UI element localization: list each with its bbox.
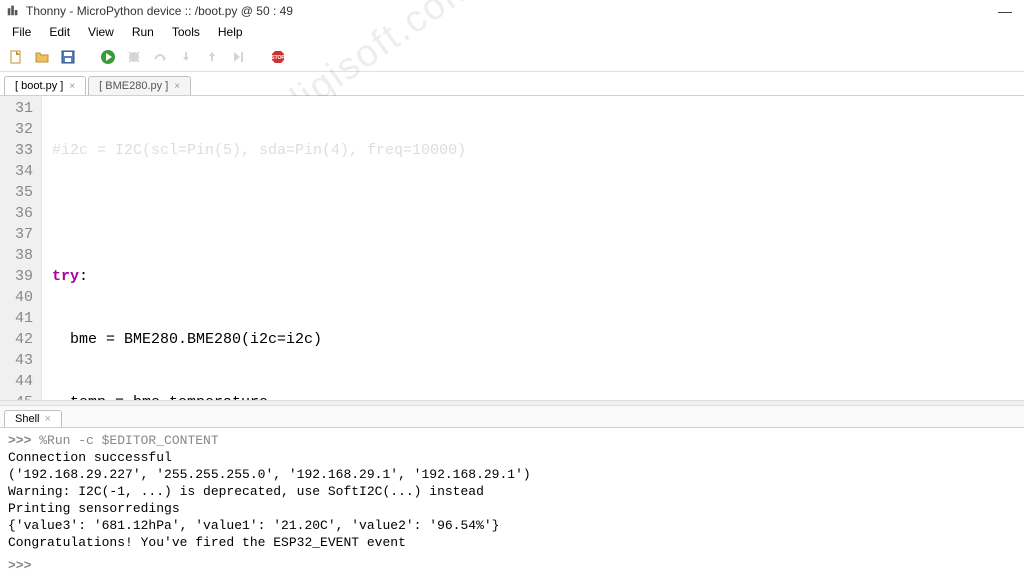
shell-output: Congratulations! You've fired the ESP32_… — [8, 534, 1016, 551]
close-icon[interactable]: × — [44, 413, 50, 425]
stop-button[interactable]: STOP — [268, 47, 288, 67]
menu-file[interactable]: File — [4, 23, 39, 41]
code-line: bme = BME280.BME280(i2c=i2c) — [52, 329, 628, 350]
shell-output: ('192.168.29.227', '255.255.255.0', '192… — [8, 466, 1016, 483]
resume-button[interactable] — [228, 47, 248, 67]
menu-run[interactable]: Run — [124, 23, 162, 41]
menu-tools[interactable]: Tools — [164, 23, 208, 41]
toolbar: STOP — [0, 42, 1024, 72]
save-button[interactable] — [58, 47, 78, 67]
run-button[interactable] — [98, 47, 118, 67]
tab-label: [ boot.py ] — [15, 80, 63, 92]
menu-help[interactable]: Help — [210, 23, 251, 41]
tab-bme280-py[interactable]: [ BME280.py ] × — [88, 76, 191, 95]
shell-panel[interactable]: >>> %Run -c $EDITOR_CONTENT Connection s… — [0, 428, 1024, 578]
menu-edit[interactable]: Edit — [41, 23, 78, 41]
close-icon[interactable]: × — [69, 81, 75, 92]
shell-output: {'value3': '681.12hPa', 'value1': '21.20… — [8, 517, 1016, 534]
editor-tabs: [ boot.py ] × [ BME280.py ] × — [0, 72, 1024, 96]
keyword: try — [52, 268, 79, 285]
shell-tabs: Shell × — [0, 406, 1024, 428]
window-title: Thonny - MicroPython device :: /boot.py … — [26, 4, 293, 18]
app-icon — [6, 3, 20, 20]
minimize-button[interactable]: — — [998, 3, 1012, 19]
prompt: >>> — [8, 433, 39, 448]
titlebar: Thonny - MicroPython device :: /boot.py … — [0, 0, 1024, 22]
step-out-button[interactable] — [202, 47, 222, 67]
prompt: >>> — [8, 558, 31, 573]
tab-shell[interactable]: Shell × — [4, 410, 62, 427]
line-gutter: 31323334 35363738 39404142 43444546 — [0, 96, 42, 400]
shell-output: Printing sensorredings — [8, 500, 1016, 517]
step-into-button[interactable] — [176, 47, 196, 67]
shell-command: %Run -c $EDITOR_CONTENT — [39, 433, 218, 448]
close-icon[interactable]: × — [174, 81, 180, 92]
menubar: File Edit View Run Tools Help — [0, 22, 1024, 42]
new-file-button[interactable] — [6, 47, 26, 67]
code-area[interactable]: #i2c = I2C(scl=Pin(5), sda=Pin(4), freq=… — [42, 96, 628, 400]
code-line: temp = bme.temperature — [52, 392, 628, 400]
menu-view[interactable]: View — [80, 23, 122, 41]
debug-button[interactable] — [124, 47, 144, 67]
tab-boot-py[interactable]: [ boot.py ] × — [4, 76, 86, 95]
code-editor[interactable]: 31323334 35363738 39404142 43444546 #i2c… — [0, 96, 1024, 400]
code-line: #i2c = I2C(scl=Pin(5), sda=Pin(4), freq=… — [52, 142, 466, 159]
svg-text:STOP: STOP — [271, 55, 285, 61]
shell-output: Connection successful — [8, 449, 1016, 466]
step-over-button[interactable] — [150, 47, 170, 67]
tab-label: Shell — [15, 413, 39, 425]
shell-output: Warning: I2C(-1, ...) is deprecated, use… — [8, 483, 1016, 500]
tab-label: [ BME280.py ] — [99, 80, 168, 92]
open-file-button[interactable] — [32, 47, 52, 67]
